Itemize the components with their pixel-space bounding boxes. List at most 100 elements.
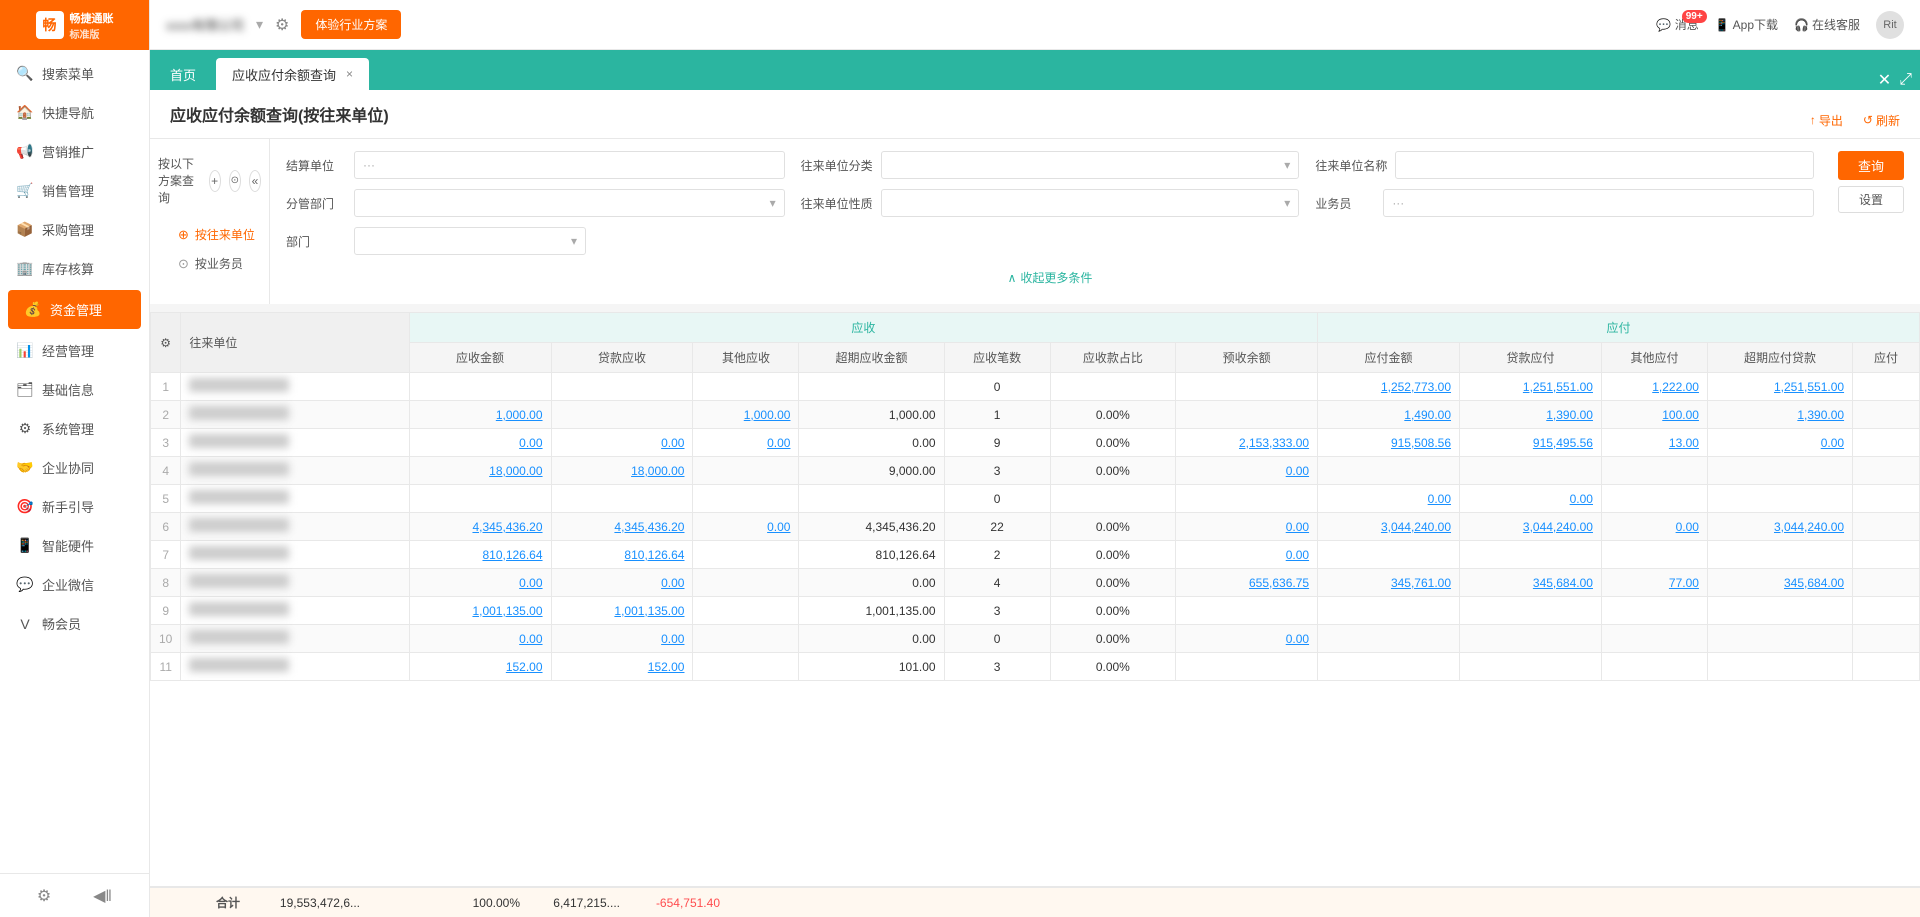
cell-link[interactable]: 1,252,773.00 [1381,380,1451,394]
cell-link[interactable]: 655,636.75 [1249,576,1309,590]
cell-link[interactable]: 1,001,135.00 [614,604,684,618]
cell-link[interactable]: 77.00 [1669,576,1699,590]
app-download-btn[interactable]: 📱 App下载 [1715,16,1778,33]
salesman-input[interactable]: ··· [1383,189,1814,217]
settings-topbar-btn[interactable]: ⚙ [275,15,289,35]
cell-link[interactable]: 345,684.00 [1784,576,1844,590]
online-service-btn[interactable]: 🎧 在线客服 [1794,16,1860,33]
cell-link[interactable]: 0.00 [1286,520,1309,534]
cell-link[interactable]: 4,345,436.20 [614,520,684,534]
cell-link[interactable]: 0.00 [1286,548,1309,562]
cell-link[interactable]: 1,490.00 [1404,408,1451,422]
cell-link[interactable]: 0.00 [519,632,542,646]
cell-link[interactable]: 0.00 [1428,492,1451,506]
cell-link[interactable]: 1,251,551.00 [1523,380,1593,394]
sidebar-item-operations[interactable]: 📊 经营管理 [0,331,149,370]
partner-nature-input[interactable]: ▾ [881,189,1300,217]
window-expand-btn[interactable]: ⤢ [1899,71,1912,89]
sidebar-item-hardware[interactable]: 📱 智能硬件 [0,526,149,565]
export-btn[interactable]: ↑ 导出 [1810,112,1843,129]
sidebar-item-finance[interactable]: 💰 资金管理 [8,290,141,329]
scheme-by-salesman[interactable]: ⊙ 按业务员 [170,251,269,276]
settings-footer-btn[interactable]: ⚙ [37,886,51,906]
table-wrapper[interactable]: ⚙ 往来单位 应收 应付 应收金额 贷款应收 其他应收 超期应收金额 应收笔数 [150,312,1920,886]
cell-link[interactable]: 0.00 [661,632,684,646]
sidebar-item-nav[interactable]: 🏠 快捷导航 [0,93,149,132]
sidebar-item-marketing[interactable]: 📢 营销推广 [0,132,149,171]
refresh-btn[interactable]: ↺ 刷新 [1863,112,1900,129]
cell-link[interactable]: 915,508.56 [1391,436,1451,450]
cell-link[interactable]: 152.00 [506,660,543,674]
cell-link[interactable]: 13.00 [1669,436,1699,450]
app-download-label: App下载 [1733,16,1778,33]
sidebar-item-label: 新手引导 [42,497,94,516]
window-close-btn[interactable]: ✕ [1878,70,1891,90]
sidebar-item-purchase[interactable]: 📦 采购管理 [0,210,149,249]
cell-link[interactable]: 1,000.00 [744,408,791,422]
sidebar-item-collab[interactable]: 🤝 企业协同 [0,448,149,487]
filter-settings-btn[interactable]: ⊙ [229,170,241,192]
setting-btn[interactable]: 设置 [1838,186,1904,213]
sidebar-item-search[interactable]: 🔍 搜索菜单 [0,54,149,93]
tab-close-btn[interactable]: × [346,67,353,81]
solution-btn[interactable]: 体验行业方案 [301,10,401,39]
cell-link[interactable]: 18,000.00 [489,464,542,478]
filter-collapse-scheme-btn[interactable]: « [249,170,261,192]
department-input[interactable]: ▾ [354,227,586,255]
cell-link[interactable]: 3,044,240.00 [1381,520,1451,534]
filter-partner-nature: 往来单位性质 ▾ [801,189,1300,217]
cell-link[interactable]: 0.00 [767,436,790,450]
partner-category-input[interactable]: ▾ [881,151,1300,179]
cell-link[interactable]: 0.00 [1821,436,1844,450]
tab-home[interactable]: 首页 [154,58,212,90]
cell-link[interactable]: 0.00 [1676,520,1699,534]
cell-link[interactable]: 0.00 [1286,632,1309,646]
cell-link[interactable]: 1,000.00 [496,408,543,422]
cell-link[interactable]: 345,761.00 [1391,576,1451,590]
scheme-by-partner[interactable]: ⊕ 按往来单位 [170,222,269,247]
branch-dept-input[interactable]: ▾ [354,189,785,217]
collapse-footer-btn[interactable]: ◀‖ [93,886,112,906]
user-profile[interactable]: Rit [1876,11,1904,39]
cell-link[interactable]: 1,001,135.00 [472,604,542,618]
filter-add-btn[interactable]: + [209,170,221,192]
settlement-input[interactable]: ··· [354,151,785,179]
sidebar-item-sales[interactable]: 🛒 销售管理 [0,171,149,210]
cell-link[interactable]: 810,126.64 [482,548,542,562]
cell-link[interactable]: 345,684.00 [1533,576,1593,590]
cell-link[interactable]: 1,222.00 [1652,380,1699,394]
collapse-btn[interactable]: ∧ 收起更多条件 [1008,263,1093,292]
sidebar-item-inventory[interactable]: 🏢 库存核算 [0,249,149,288]
cell-link[interactable]: 0.00 [661,576,684,590]
cell-link[interactable]: 3,044,240.00 [1523,520,1593,534]
sidebar-item-guide[interactable]: 🎯 新手引导 [0,487,149,526]
notification-area[interactable]: 💬 消息 99+ [1656,16,1698,33]
cell-link[interactable]: 100.00 [1662,408,1699,422]
cell-link[interactable]: 1,251,551.00 [1774,380,1844,394]
cell-link[interactable]: 0.00 [519,576,542,590]
query-btn[interactable]: 查询 [1838,151,1904,180]
cell-link[interactable]: 2,153,333.00 [1239,436,1309,450]
cell-link[interactable]: 1,390.00 [1546,408,1593,422]
footer-r-ratio-total: 100.00% [448,896,528,910]
cell-link[interactable]: 0.00 [661,436,684,450]
cell-link[interactable]: 152.00 [648,660,685,674]
sidebar-item-vip[interactable]: V 畅会员 [0,604,149,643]
partner-name-input[interactable] [1395,151,1814,179]
cell-link[interactable]: 0.00 [767,520,790,534]
cell-link[interactable]: 1,390.00 [1797,408,1844,422]
sidebar-item-system[interactable]: ⚙ 系统管理 [0,409,149,448]
cell-link[interactable]: 915,495.56 [1533,436,1593,450]
cell-link[interactable]: 4,345,436.20 [472,520,542,534]
sidebar-item-wechat[interactable]: 💬 企业微信 [0,565,149,604]
tab-receivable[interactable]: 应收应付余额查询 × [216,58,369,90]
cell-link[interactable]: 0.00 [519,436,542,450]
cell-link[interactable]: 18,000.00 [631,464,684,478]
col-settings-header[interactable]: ⚙ [151,313,181,373]
cell-link[interactable]: 0.00 [1570,492,1593,506]
cell-link[interactable]: 810,126.64 [624,548,684,562]
table-area: ⚙ 往来单位 应收 应付 应收金额 贷款应收 其他应收 超期应收金额 应收笔数 [150,312,1920,917]
cell-link[interactable]: 3,044,240.00 [1774,520,1844,534]
cell-link[interactable]: 0.00 [1286,464,1309,478]
sidebar-item-basic[interactable]: 🗂 基础信息 [0,370,149,409]
